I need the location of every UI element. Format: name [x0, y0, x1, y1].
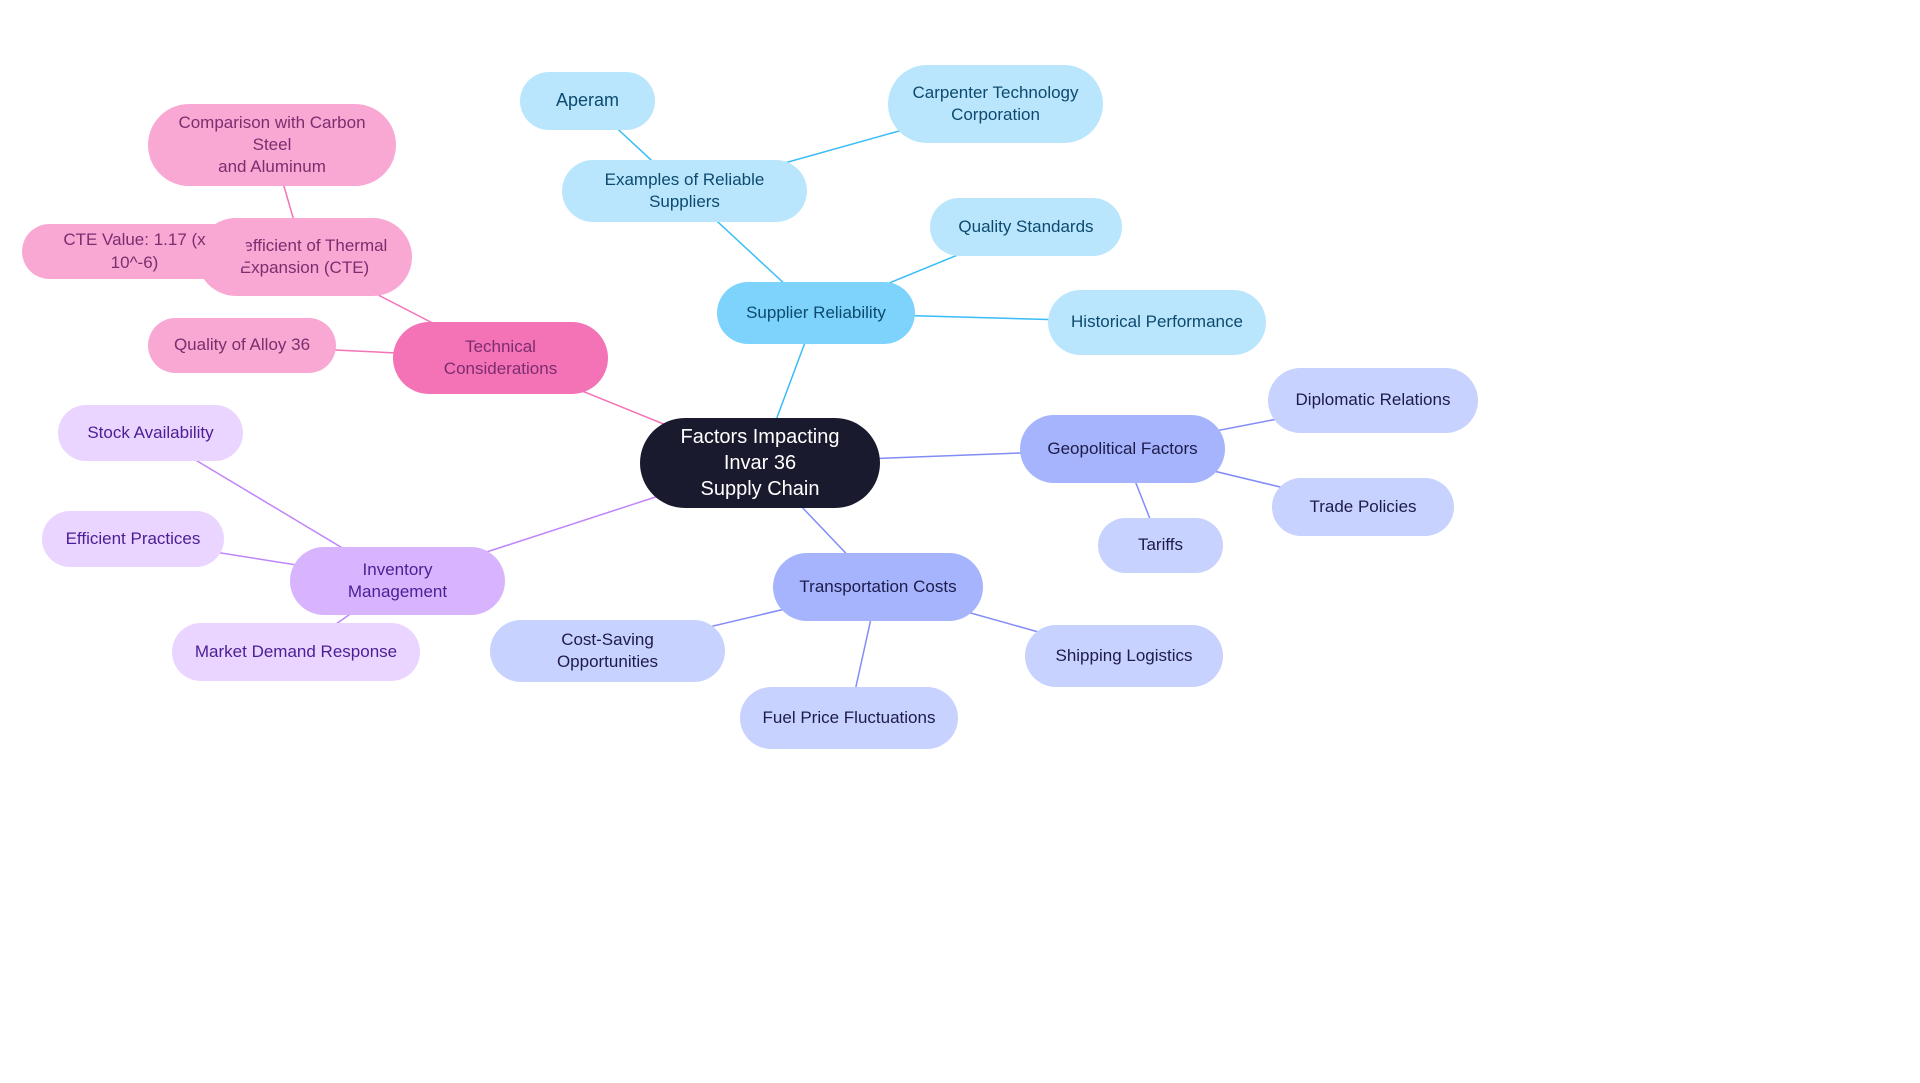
- technical-considerations-label: Technical Considerations: [415, 336, 586, 380]
- stock-availability-label: Stock Availability: [87, 422, 213, 444]
- comparison-carbon-node: Comparison with Carbon Steeland Aluminum: [148, 104, 396, 186]
- quality-alloy-label: Quality of Alloy 36: [174, 334, 310, 356]
- cte-value-label: CTE Value: 1.17 (x 10^-6): [44, 229, 225, 273]
- historical-performance-label: Historical Performance: [1071, 311, 1243, 333]
- efficient-practices-node: Efficient Practices: [42, 511, 224, 567]
- examples-suppliers-node: Examples of Reliable Suppliers: [562, 160, 807, 222]
- tariffs-node: Tariffs: [1098, 518, 1223, 573]
- shipping-logistics-label: Shipping Logistics: [1055, 645, 1192, 667]
- tariffs-label: Tariffs: [1138, 534, 1183, 556]
- cte-value-node: CTE Value: 1.17 (x 10^-6): [22, 224, 247, 279]
- trade-policies-label: Trade Policies: [1309, 496, 1416, 518]
- inventory-management-label: Inventory Management: [312, 559, 483, 603]
- carpenter-tech-label: Carpenter TechnologyCorporation: [912, 82, 1078, 126]
- center-label: Factors Impacting Invar 36Supply Chain: [662, 424, 858, 502]
- cost-saving-node: Cost-Saving Opportunities: [490, 620, 725, 682]
- carpenter-tech-node: Carpenter TechnologyCorporation: [888, 65, 1103, 143]
- market-demand-label: Market Demand Response: [195, 641, 397, 663]
- aperam-label: Aperam: [556, 89, 619, 112]
- supplier-reliability-label: Supplier Reliability: [746, 302, 886, 324]
- cost-saving-label: Cost-Saving Opportunities: [512, 629, 703, 673]
- comparison-carbon-label: Comparison with Carbon Steeland Aluminum: [170, 112, 374, 178]
- diplomatic-relations-label: Diplomatic Relations: [1296, 389, 1451, 411]
- quality-standards-node: Quality Standards: [930, 198, 1122, 256]
- geopolitical-factors-node: Geopolitical Factors: [1020, 415, 1225, 483]
- quality-standards-label: Quality Standards: [958, 216, 1093, 238]
- inventory-management-node: Inventory Management: [290, 547, 505, 615]
- diplomatic-relations-node: Diplomatic Relations: [1268, 368, 1478, 433]
- fuel-price-label: Fuel Price Fluctuations: [763, 707, 936, 729]
- examples-suppliers-label: Examples of Reliable Suppliers: [584, 169, 785, 213]
- geopolitical-factors-label: Geopolitical Factors: [1047, 438, 1197, 460]
- fuel-price-node: Fuel Price Fluctuations: [740, 687, 958, 749]
- efficient-practices-label: Efficient Practices: [66, 528, 201, 550]
- center-node: Factors Impacting Invar 36Supply Chain: [640, 418, 880, 508]
- stock-availability-node: Stock Availability: [58, 405, 243, 461]
- coefficient-cte-label: Coefficient of ThermalExpansion (CTE): [222, 235, 388, 279]
- technical-considerations-node: Technical Considerations: [393, 322, 608, 394]
- transportation-costs-label: Transportation Costs: [799, 576, 956, 598]
- quality-alloy-node: Quality of Alloy 36: [148, 318, 336, 373]
- shipping-logistics-node: Shipping Logistics: [1025, 625, 1223, 687]
- transportation-costs-node: Transportation Costs: [773, 553, 983, 621]
- aperam-node: Aperam: [520, 72, 655, 130]
- trade-policies-node: Trade Policies: [1272, 478, 1454, 536]
- historical-performance-node: Historical Performance: [1048, 290, 1266, 355]
- market-demand-node: Market Demand Response: [172, 623, 420, 681]
- supplier-reliability-node: Supplier Reliability: [717, 282, 915, 344]
